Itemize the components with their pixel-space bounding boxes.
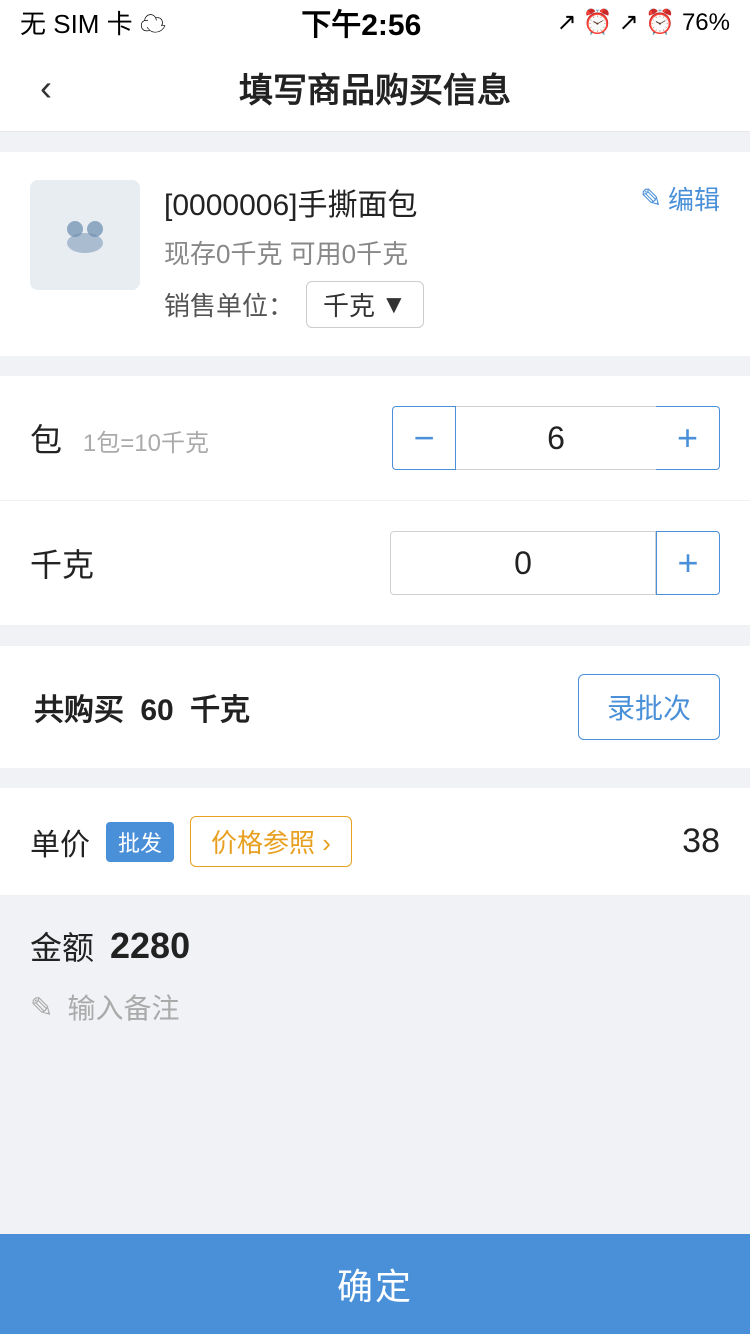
product-stock: 现存0千克 可用0千克 (164, 234, 720, 271)
amount-label: 金额 (30, 923, 94, 969)
back-button[interactable]: ‹ (30, 57, 62, 119)
page-title: 填写商品购买信息 (239, 63, 511, 112)
price-row: 单价 批发 价格参照 › 38 (30, 816, 720, 867)
nav-bar: ‹ 填写商品购买信息 (0, 44, 750, 132)
pack-minus-button[interactable]: − (392, 406, 456, 470)
status-icons: ↗ ⏰ ↗ ⏰ 76% (557, 8, 730, 37)
price-section: 单价 批发 价格参照 › 38 (0, 788, 750, 895)
kg-row: 千克 + (0, 501, 750, 626)
chevron-down-icon: ▼ (381, 289, 407, 320)
total-row: 共购买 60 千克 录批次 (0, 646, 750, 768)
kg-label: 千克 (30, 540, 390, 586)
quantity-section: 包 1包=10千克 − + 千克 + (0, 376, 750, 626)
product-image (30, 180, 140, 290)
unit-select[interactable]: 千克 ▼ (306, 281, 424, 328)
pack-label: 包 1包=10千克 (30, 415, 392, 461)
pack-qty-control: − + (392, 406, 720, 470)
kg-plus-button[interactable]: + (656, 531, 720, 595)
pack-qty-input[interactable] (456, 406, 656, 470)
unit-value: 千克 (323, 286, 375, 323)
confirm-button[interactable]: 确定 (0, 1234, 750, 1334)
edit-button[interactable]: ✎ 编辑 (640, 180, 720, 217)
price-label: 单价 (30, 820, 90, 864)
total-text: 共购买 60 千克 (30, 685, 254, 729)
location-icon: ↗ (557, 8, 577, 37)
product-card: [0000006]手撕面包 ✎ 编辑 现存0千克 可用0千克 销售单位： 千克 … (0, 152, 750, 356)
kg-qty-input[interactable] (390, 531, 656, 595)
status-time: 下午2:56 (301, 0, 421, 44)
pack-hint: 1包=10千克 (83, 430, 209, 457)
amount-section: 金额 2280 ✎ 输入备注 (0, 895, 750, 1047)
status-bar: 无 SIM 卡 ☁ 下午2:56 ↗ ⏰ ↗ ⏰ 76% (0, 0, 750, 44)
product-info: [0000006]手撕面包 ✎ 编辑 现存0千克 可用0千克 销售单位： 千克 … (164, 180, 720, 328)
battery-level: ↗ ⏰ 76% (619, 8, 730, 37)
price-tag-batch: 批发 (106, 822, 174, 862)
page-filler (0, 1047, 750, 1234)
unit-label: 销售单位： (164, 286, 294, 323)
pencil-icon: ✎ (30, 991, 53, 1024)
product-unit-row: 销售单位： 千克 ▼ (164, 281, 720, 328)
price-reference-button[interactable]: 价格参照 › (190, 816, 352, 867)
remark-placeholder: 输入备注 (67, 987, 179, 1027)
remark-row[interactable]: ✎ 输入备注 (30, 987, 720, 1027)
pack-plus-button[interactable]: + (656, 406, 720, 470)
kg-qty-control: + (390, 531, 720, 595)
batch-button[interactable]: 录批次 (578, 674, 720, 740)
alarm-icon: ⏰ (583, 8, 613, 37)
amount-value: 2280 (110, 925, 190, 967)
amount-row: 金额 2280 (30, 923, 720, 969)
edit-icon: ✎ (640, 183, 662, 214)
pack-row: 包 1包=10千克 − + (0, 376, 750, 501)
product-name: [0000006]手撕面包 (164, 180, 417, 224)
status-carrier: 无 SIM 卡 ☁ (20, 4, 166, 41)
price-value: 38 (682, 822, 720, 861)
